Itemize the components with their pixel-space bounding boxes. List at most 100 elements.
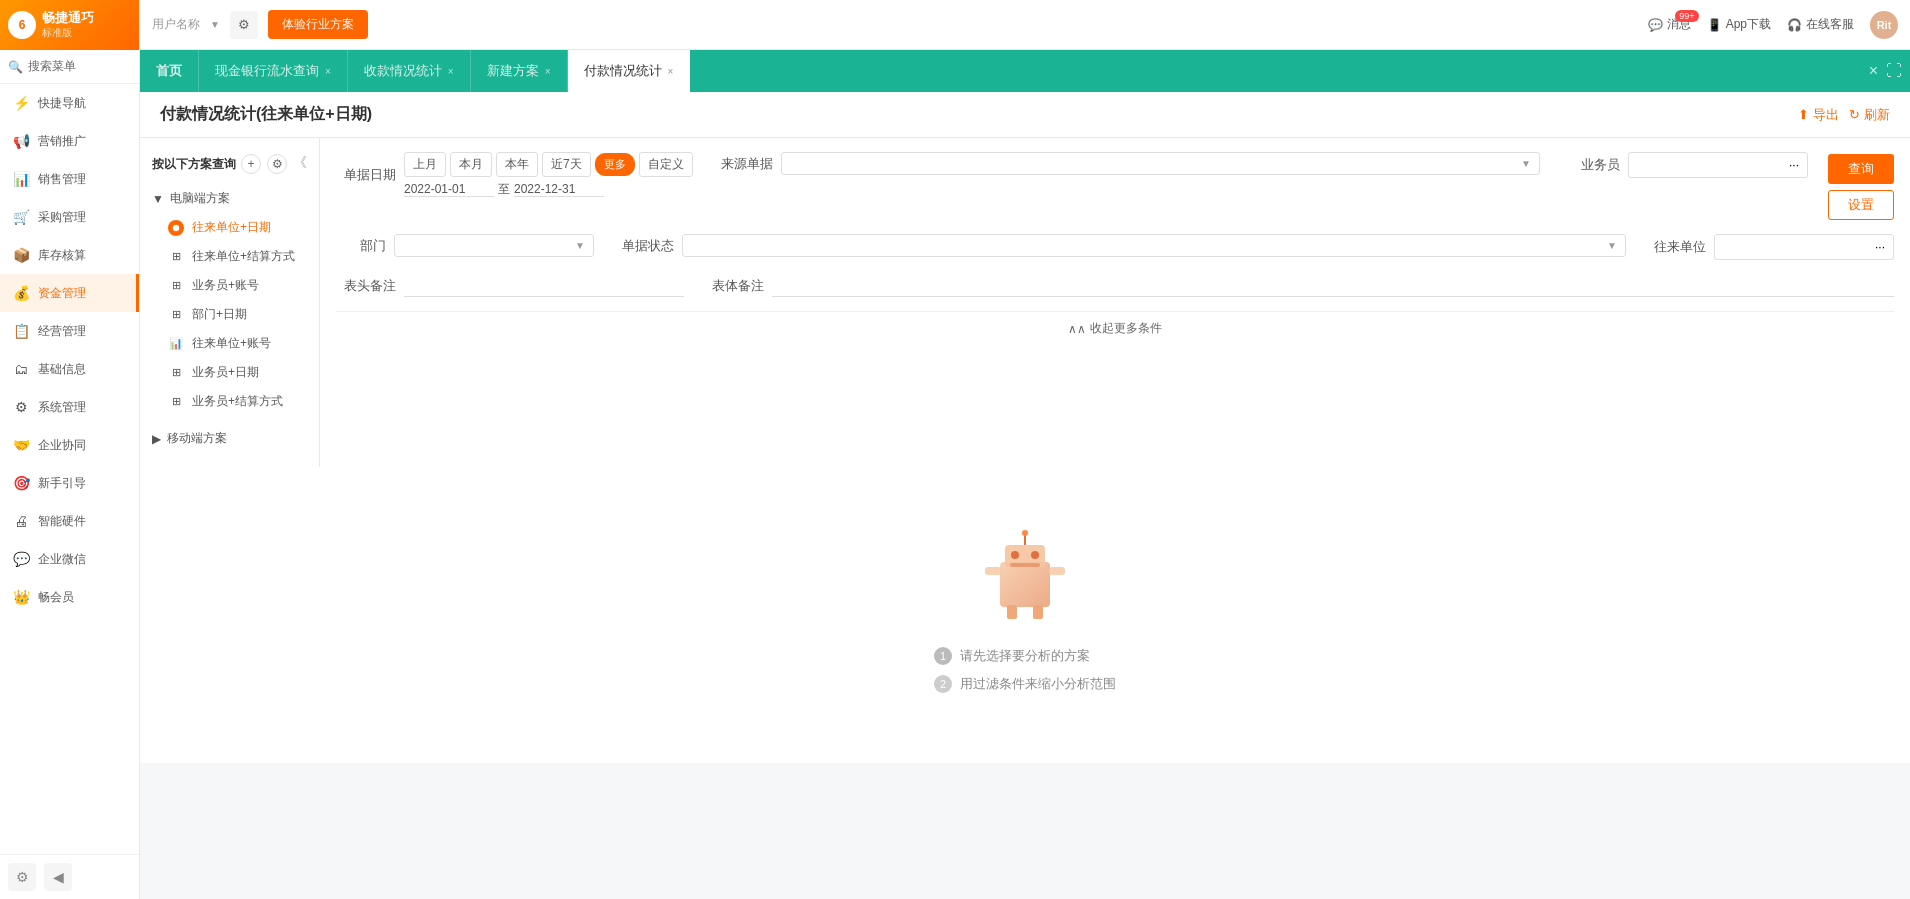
tab-payment-stats[interactable]: 付款情况统计 × bbox=[568, 50, 691, 92]
scheme-grid-icon: ⊞ bbox=[168, 365, 184, 381]
footer-settings-button[interactable]: ⚙ bbox=[8, 863, 36, 891]
scheme-item-staff-account[interactable]: ⊞ 业务员+账号 bbox=[140, 271, 319, 300]
sidebar-item-label: 资金管理 bbox=[38, 285, 86, 302]
sidebar-item-enterprise[interactable]: 🤝 企业协同 bbox=[0, 426, 139, 464]
scheme-add-button[interactable]: + bbox=[241, 154, 261, 174]
export-button[interactable]: ⬆ 导出 bbox=[1798, 106, 1839, 124]
sidebar-footer: ⚙ ◀ bbox=[0, 854, 139, 899]
date-btn-last-7-days[interactable]: 近7天 bbox=[542, 152, 591, 177]
tab-new-scheme[interactable]: 新建方案 × bbox=[471, 50, 568, 92]
scheme-settings-button[interactable]: ⚙ bbox=[267, 154, 287, 174]
date-btn-this-year[interactable]: 本年 bbox=[496, 152, 538, 177]
date-btn-more[interactable]: 更多 bbox=[595, 153, 635, 176]
service-icon: 🎧 bbox=[1787, 18, 1802, 32]
table-header-note-input[interactable] bbox=[404, 274, 684, 297]
sidebar-item-wechat[interactable]: 💬 企业微信 bbox=[0, 540, 139, 578]
collapse-more-button[interactable]: ∧∧ 收起更多条件 bbox=[336, 311, 1894, 345]
tab-close-icon[interactable]: × bbox=[545, 66, 551, 77]
scheme-item-staff-date[interactable]: ⊞ 业务员+日期 bbox=[140, 358, 319, 387]
sidebar-item-system[interactable]: ⚙ 系统管理 bbox=[0, 388, 139, 426]
tab-close-icon[interactable]: × bbox=[325, 66, 331, 77]
query-actions: 查询 设置 bbox=[1828, 152, 1894, 220]
sidebar-item-guide[interactable]: 🎯 新手引导 bbox=[0, 464, 139, 502]
sidebar-item-inventory[interactable]: 📦 库存核算 bbox=[0, 236, 139, 274]
mobile-group-header[interactable]: ▶ 移动端方案 bbox=[140, 424, 319, 453]
content-area: 付款情况统计(往来单位+日期) ⬆ 导出 ↻ 刷新 按以下方案查询 bbox=[140, 92, 1910, 899]
tab-close-icon[interactable]: × bbox=[668, 66, 674, 77]
tab-label: 新建方案 bbox=[487, 62, 539, 80]
filter-settings-button[interactable]: 设置 bbox=[1828, 190, 1894, 220]
tab-bank-flow[interactable]: 现金银行流水查询 × bbox=[199, 50, 348, 92]
enterprise-icon: 🤝 bbox=[12, 436, 30, 454]
tab-close-icon[interactable]: × bbox=[448, 66, 454, 77]
sidebar-item-quick-nav[interactable]: ⚡ 快捷导航 bbox=[0, 84, 139, 122]
sidebar-header: 6 畅捷通巧 标准版 bbox=[0, 0, 139, 50]
scheme-grid-icon: ⊞ bbox=[168, 278, 184, 294]
source-select[interactable]: ▼ bbox=[781, 152, 1540, 175]
date-to-input[interactable] bbox=[514, 182, 604, 197]
sidebar-item-sales[interactable]: 📊 销售管理 bbox=[0, 160, 139, 198]
table-body-note-input[interactable] bbox=[772, 274, 1894, 297]
app-download-button[interactable]: 📱 App下载 bbox=[1707, 16, 1771, 33]
source-label: 来源单据 bbox=[713, 155, 773, 173]
tab-label: 收款情况统计 bbox=[364, 62, 442, 80]
app-logo: 6 bbox=[8, 11, 36, 39]
sidebar-item-marketing[interactable]: 📢 营销推广 bbox=[0, 122, 139, 160]
refresh-button[interactable]: ↻ 刷新 bbox=[1849, 106, 1890, 124]
sidebar-item-label: 基础信息 bbox=[38, 361, 86, 378]
tab-receivable-stats[interactable]: 收款情况统计 × bbox=[348, 50, 471, 92]
trial-button[interactable]: 体验行业方案 bbox=[268, 10, 368, 39]
app-name: 畅捷通巧 bbox=[42, 10, 94, 26]
scheme-item-dept-date[interactable]: ⊞ 部门+日期 bbox=[140, 300, 319, 329]
scheme-actions: + ⚙ 《 bbox=[241, 154, 307, 174]
gear-icon: ⚙ bbox=[238, 17, 250, 32]
desktop-group-header[interactable]: ▼ 电脑端方案 bbox=[140, 184, 319, 213]
settings-icon: ⚙ bbox=[16, 869, 29, 885]
sidebar-item-hardware[interactable]: 🖨 智能硬件 bbox=[0, 502, 139, 540]
online-service-button[interactable]: 🎧 在线客服 bbox=[1787, 16, 1854, 33]
topbar: 用户名称 ▼ ⚙ 体验行业方案 💬 消息 99+ 📱 App下载 🎧 在线客服 … bbox=[140, 0, 1910, 50]
date-btn-this-month[interactable]: 本月 bbox=[450, 152, 492, 177]
scheme-collapse-button[interactable]: 《 bbox=[293, 154, 307, 174]
scheme-item-staff-settle[interactable]: ⊞ 业务员+结算方式 bbox=[140, 387, 319, 416]
desktop-group-label: 电脑端方案 bbox=[170, 190, 230, 207]
scheme-item-partner-account[interactable]: 📊 往来单位+账号 bbox=[140, 329, 319, 358]
scheme-item-partner-date[interactable]: 往来单位+日期 bbox=[140, 213, 319, 242]
tab-home[interactable]: 首页 bbox=[140, 50, 199, 92]
notifications-button[interactable]: 💬 消息 99+ bbox=[1648, 16, 1691, 33]
query-button[interactable]: 查询 bbox=[1828, 154, 1894, 184]
notifications-badge: 99+ bbox=[1675, 10, 1698, 22]
svg-rect-6 bbox=[1007, 605, 1017, 619]
sidebar-item-label: 库存核算 bbox=[38, 247, 86, 264]
gear-icon: ⚙ bbox=[272, 157, 283, 171]
sidebar-item-member[interactable]: 👑 畅会员 bbox=[0, 578, 139, 616]
sidebar-item-finance[interactable]: 💰 资金管理 bbox=[0, 274, 139, 312]
date-from-input[interactable] bbox=[404, 182, 494, 197]
mobile-group-label: 移动端方案 bbox=[167, 430, 227, 447]
filter-section: 按以下方案查询 + ⚙ 《 ▼ bbox=[140, 138, 1910, 467]
search-icon: 🔍 bbox=[8, 60, 23, 74]
scheme-item-label: 往来单位+结算方式 bbox=[192, 248, 295, 265]
search-menu[interactable]: 🔍 搜索菜单 bbox=[0, 50, 139, 84]
scheme-item-label: 部门+日期 bbox=[192, 306, 247, 323]
empty-steps: 1 请先选择要分析的方案 2 用过滤条件来缩小分析范围 bbox=[934, 647, 1116, 703]
sidebar-item-operation[interactable]: 📋 经营管理 bbox=[0, 312, 139, 350]
sidebar-item-label: 企业协同 bbox=[38, 437, 86, 454]
sidebar-item-purchase[interactable]: 🛒 采购管理 bbox=[0, 198, 139, 236]
partner-select[interactable]: ··· bbox=[1714, 234, 1894, 260]
tab-fullscreen-button[interactable]: ⛶ bbox=[1886, 62, 1902, 80]
doc-status-select[interactable]: ▼ bbox=[682, 234, 1626, 257]
footer-collapse-button[interactable]: ◀ bbox=[44, 863, 72, 891]
sidebar-item-basic[interactable]: 🗂 基础信息 bbox=[0, 350, 139, 388]
sidebar-nav: ⚡ 快捷导航 📢 营销推广 📊 销售管理 🛒 采购管理 📦 库存核算 💰 资金管… bbox=[0, 84, 139, 854]
user-avatar[interactable]: Rit bbox=[1870, 11, 1898, 39]
dept-select[interactable]: ▼ bbox=[394, 234, 594, 257]
staff-select[interactable]: ··· bbox=[1628, 152, 1808, 178]
scheme-item-partner-settle[interactable]: ⊞ 往来单位+结算方式 bbox=[140, 242, 319, 271]
date-btn-last-month[interactable]: 上月 bbox=[404, 152, 446, 177]
date-btn-custom[interactable]: 自定义 bbox=[639, 152, 693, 177]
svg-point-4 bbox=[1031, 551, 1039, 559]
topbar-settings-button[interactable]: ⚙ bbox=[230, 11, 258, 39]
source-doc-field: 来源单据 ▼ bbox=[713, 152, 1540, 175]
tab-close-all-button[interactable]: × bbox=[1869, 62, 1878, 80]
